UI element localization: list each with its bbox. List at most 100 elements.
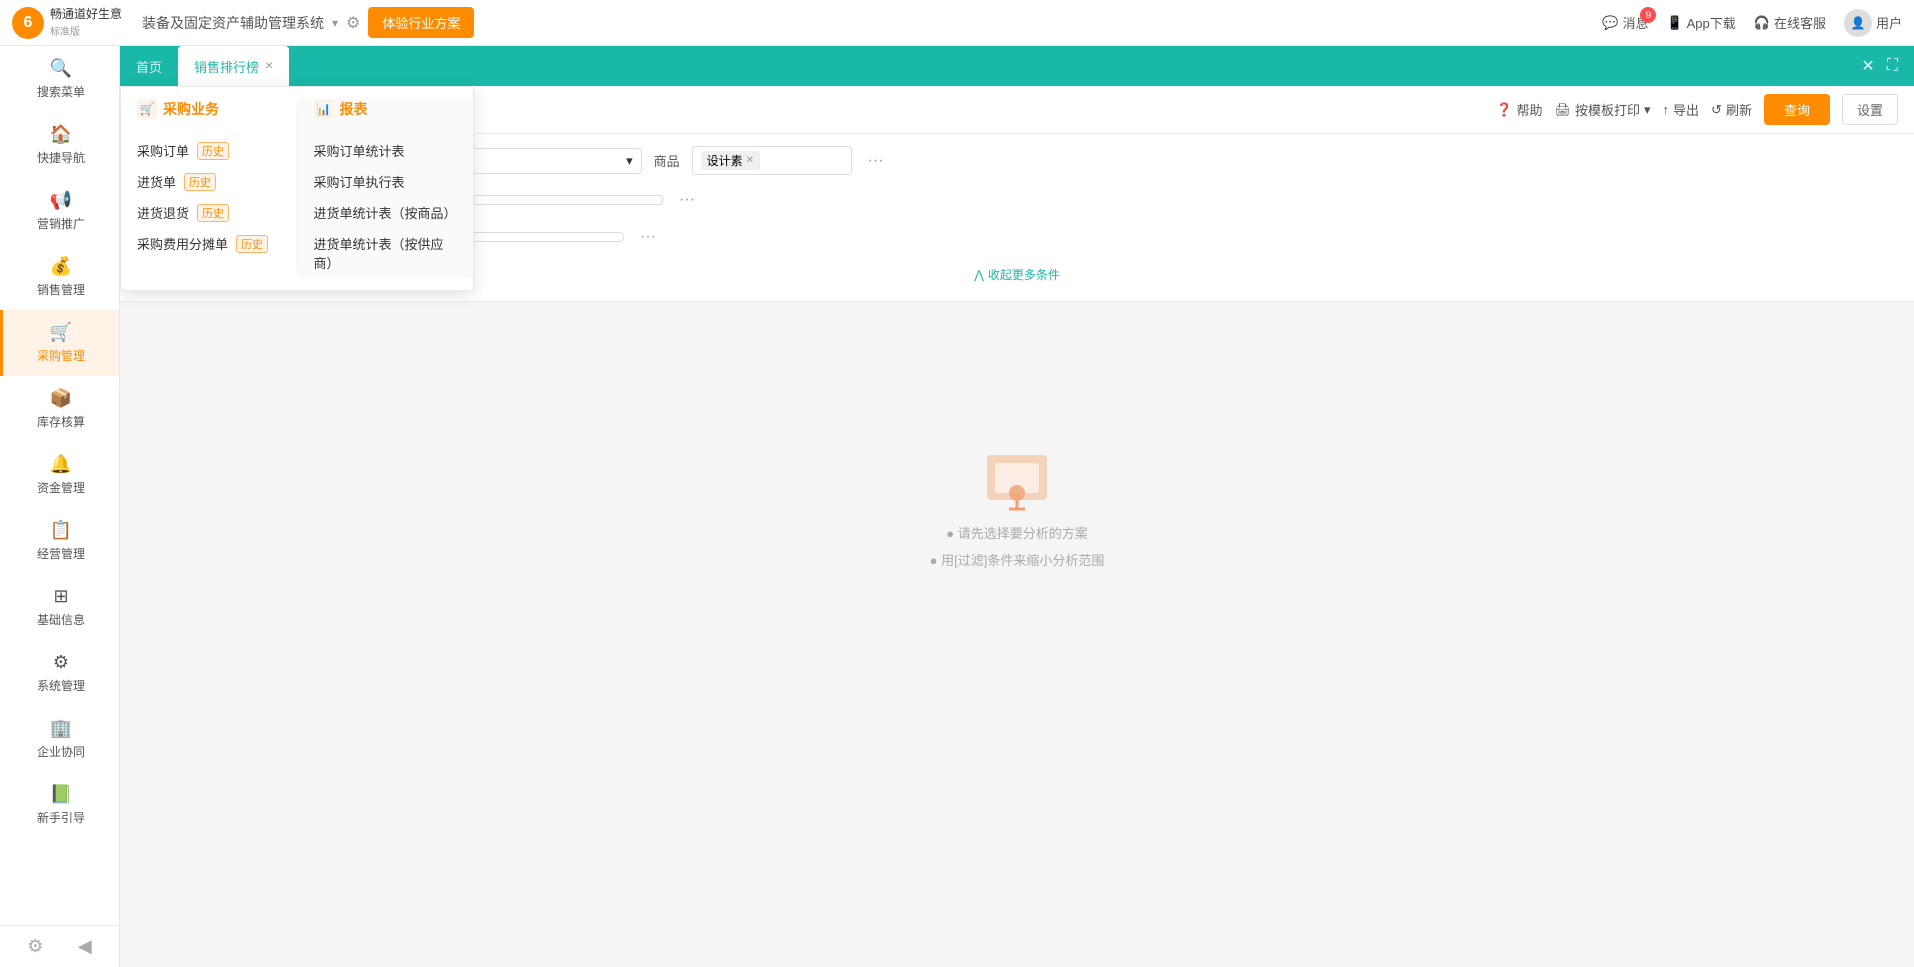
menu-item-purchase-order-exec[interactable]: 采购订单执行表 — [314, 166, 458, 197]
goods-tag: 设计素 ✕ — [701, 151, 760, 170]
industry-button[interactable]: 体验行业方案 — [368, 7, 474, 38]
sidebar-item-purchase[interactable]: 🛒 采购管理 — [0, 310, 119, 376]
content-area: 首页 销售排行榜 ✕ ✕ ⛶ ❓ 帮助 🖨 按模板打印 — [120, 46, 1914, 967]
brand-sub: 标准版 — [50, 23, 122, 38]
tab-close-button[interactable]: ✕ — [1857, 52, 1878, 80]
tab-bar: 首页 销售排行榜 ✕ ✕ ⛶ — [120, 46, 1914, 86]
logo-area: 6 畅通道好生意 标准版 — [12, 7, 132, 39]
tab-fullscreen-button[interactable]: ⛶ — [1883, 53, 1902, 79]
sidebar-item-basic[interactable]: ⊞ 基础信息 — [0, 574, 119, 640]
help-button[interactable]: ❓ 帮助 — [1496, 100, 1542, 119]
basic-icon: ⊞ — [53, 586, 68, 607]
purchase-cost-badge: 历史 — [236, 235, 268, 253]
guide-icon: 📗 — [50, 784, 72, 805]
app-download-button[interactable]: 📱 App下载 — [1666, 13, 1735, 32]
salesperson-select[interactable] — [463, 195, 663, 205]
export-button[interactable]: ↑ 导出 — [1663, 100, 1700, 119]
messages-button[interactable]: 💬 消息 9 — [1602, 13, 1648, 32]
marketing-icon: 📢 — [50, 190, 72, 211]
purchase-icon: 🛒 — [50, 322, 72, 343]
print-icon: 🖨 — [1554, 102, 1571, 118]
refresh-icon: ↺ — [1711, 102, 1722, 118]
user-avatar[interactable]: 👤 用户 — [1844, 9, 1902, 37]
finance-icon: 🔔 — [50, 454, 72, 475]
empty-hint-2: ● 用[过滤]条件来缩小分析范围 — [930, 550, 1105, 569]
sidebar-item-enterprise[interactable]: 🏢 企业协同 — [0, 706, 119, 772]
purchase-dropdown-menu: 🛒 采购业务 采购订单 历史 进货单 历史 进货退货 历史 采购费用分摊单 — [120, 86, 474, 291]
sidebar-item-system[interactable]: ⚙ 系统管理 — [0, 640, 119, 706]
print-button[interactable]: 🖨 按模板打印 ▾ — [1554, 100, 1650, 119]
customer-more-button[interactable]: ··· — [636, 228, 660, 246]
search-icon: 🔍 — [50, 58, 72, 79]
sidebar-item-marketing[interactable]: 📢 营销推广 — [0, 178, 119, 244]
system-title: 装备及固定资产辅助管理系统 ▾ ⚙ 体验行业方案 — [142, 7, 1592, 38]
collapse-button[interactable]: ⋀ 收起更多条件 — [974, 266, 1060, 283]
menu-item-goods-stats-by-supplier[interactable]: 进货单统计表（按供应商） — [314, 228, 458, 278]
help-icon: ❓ — [1496, 102, 1512, 118]
message-badge: 9 — [1640, 7, 1656, 23]
brand-name: 畅通道好生意 — [50, 7, 122, 23]
sidebar-item-search[interactable]: 🔍 搜索菜单 — [0, 46, 119, 112]
system-title-text: 装备及固定资产辅助管理系统 — [142, 13, 324, 33]
goods-more-button[interactable]: ··· — [864, 152, 888, 170]
goods-tag-close[interactable]: ✕ — [746, 155, 754, 166]
settings-button[interactable]: 设置 — [1842, 94, 1898, 125]
avatar-icon: 👤 — [1844, 9, 1872, 37]
settings-icon[interactable]: ⚙ — [346, 13, 360, 33]
sales-icon: 💰 — [50, 256, 72, 277]
chevron-down-icon: ▾ — [626, 153, 633, 169]
sidebar-item-finance[interactable]: 🔔 资金管理 — [0, 442, 119, 508]
sidebar-item-sales[interactable]: 💰 销售管理 — [0, 244, 119, 310]
topbar: 6 畅通道好生意 标准版 装备及固定资产辅助管理系统 ▾ ⚙ 体验行业方案 💬 … — [0, 0, 1914, 46]
headset-icon: 🎧 — [1754, 15, 1770, 31]
collapse-icon: ⋀ — [974, 268, 984, 282]
enterprise-icon: 🏢 — [50, 718, 72, 739]
export-icon: ↑ — [1663, 102, 1670, 117]
tab-close-icon[interactable]: ✕ — [265, 61, 273, 72]
salesperson-more-button[interactable]: ··· — [675, 191, 699, 209]
purchase-col-title: 🛒 采购业务 — [137, 99, 281, 125]
empty-state: ● 请先选择要分析的方案 ● 用[过滤]条件来缩小分析范围 — [120, 302, 1914, 702]
menu-item-goods-receive[interactable]: 进货单 历史 — [137, 166, 281, 197]
message-icon: 💬 — [1602, 15, 1618, 31]
empty-illustration — [967, 435, 1067, 515]
purchase-menu-col: 🛒 采购业务 采购订单 历史 进货单 历史 进货退货 历史 采购费用分摊单 — [121, 99, 297, 278]
empty-hint-1: ● 请先选择要分析的方案 — [946, 523, 1087, 542]
menu-item-purchase-order-stats[interactable]: 采购订单统计表 — [314, 135, 458, 166]
goods-label: 商品 — [654, 151, 680, 170]
query-button[interactable]: 查询 — [1764, 94, 1830, 125]
goods-input[interactable]: 设计素 ✕ — [692, 146, 852, 175]
goods-receive-badge: 历史 — [184, 173, 216, 191]
print-dropdown-icon: ▾ — [1644, 102, 1651, 118]
dropdown-icon[interactable]: ▾ — [332, 16, 338, 30]
tab-sales-rank[interactable]: 销售排行榜 ✕ — [178, 46, 289, 86]
inventory-icon: 📦 — [50, 388, 72, 409]
purchase-order-badge: 历史 — [197, 142, 229, 160]
refresh-button[interactable]: ↺ 刷新 — [1711, 100, 1752, 119]
online-service-button[interactable]: 🎧 在线客服 — [1754, 13, 1826, 32]
sidebar-item-guide[interactable]: 📗 新手引导 — [0, 772, 119, 838]
tab-actions: ✕ ⛶ — [1857, 52, 1914, 80]
menu-item-goods-stats-by-product[interactable]: 进货单统计表（按商品） — [314, 197, 458, 228]
system-icon: ⚙ — [53, 652, 69, 673]
sidebar-item-inventory[interactable]: 📦 库存核算 — [0, 376, 119, 442]
sidebar-collapse-icon[interactable]: ◀ — [78, 936, 92, 957]
phone-icon: 📱 — [1666, 15, 1682, 31]
logo-icon: 6 — [12, 7, 44, 39]
report-menu-col: 📊 报表 采购订单统计表 采购订单执行表 进货单统计表（按商品） 进货单统计表（… — [298, 99, 474, 278]
sidebar-item-quick[interactable]: 🏠 快捷导航 — [0, 112, 119, 178]
menu-item-goods-return[interactable]: 进货退货 历史 — [137, 197, 281, 228]
main-layout: 🔍 搜索菜单 🏠 快捷导航 📢 营销推广 💰 销售管理 🛒 采购管理 📦 库存核… — [0, 46, 1914, 967]
sidebar-item-operation[interactable]: 📋 经营管理 — [0, 508, 119, 574]
tab-home[interactable]: 首页 — [120, 46, 178, 86]
operation-icon: 📋 — [50, 520, 72, 541]
sidebar: 🔍 搜索菜单 🏠 快捷导航 📢 营销推广 💰 销售管理 🛒 采购管理 📦 库存核… — [0, 46, 120, 967]
menu-item-purchase-cost[interactable]: 采购费用分摊单 历史 — [137, 228, 281, 259]
goods-return-badge: 历史 — [197, 204, 229, 222]
topbar-right: 💬 消息 9 📱 App下载 🎧 在线客服 👤 用户 — [1602, 9, 1902, 37]
menu-item-purchase-order[interactable]: 采购订单 历史 — [137, 135, 281, 166]
purchase-col-icon: 🛒 — [137, 99, 157, 119]
home-icon: 🏠 — [50, 124, 72, 145]
report-col-icon: 📊 — [314, 99, 334, 119]
sidebar-settings-icon[interactable]: ⚙ — [27, 936, 43, 957]
